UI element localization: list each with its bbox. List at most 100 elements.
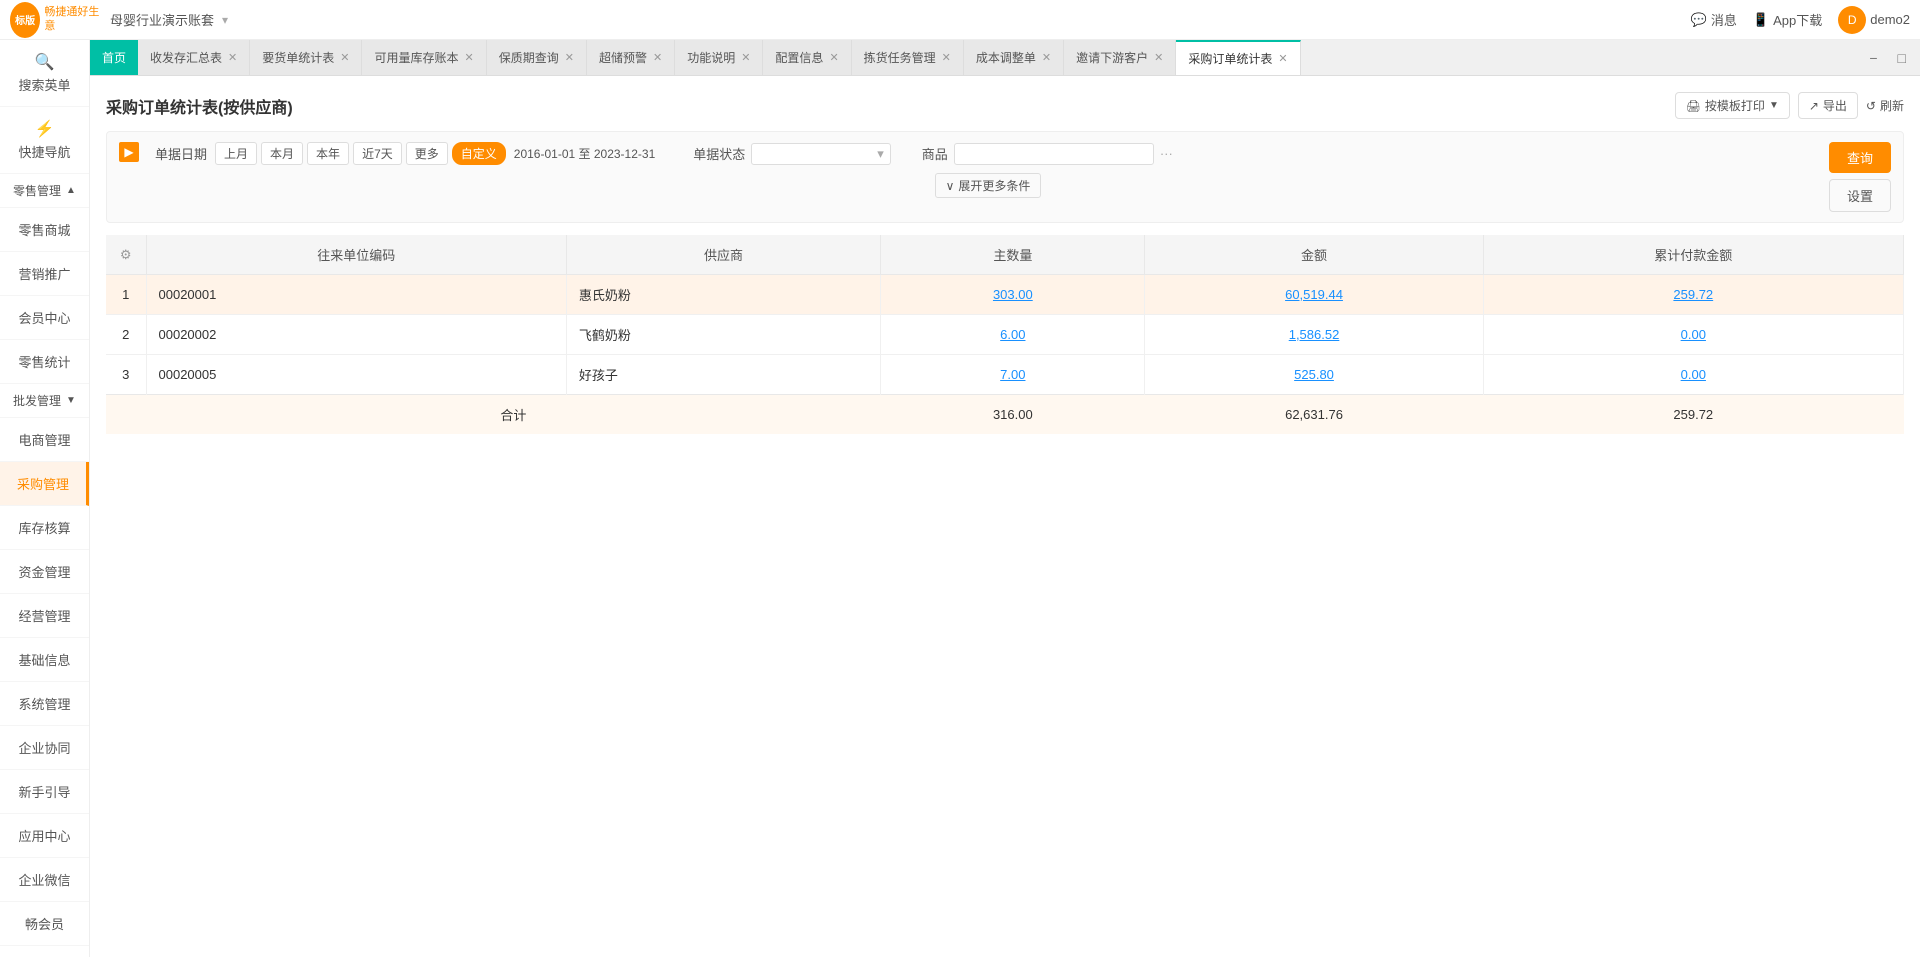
tab-pick-task-close[interactable]: ✕ (942, 51, 951, 64)
tab-function-close[interactable]: ✕ (741, 51, 750, 64)
cell-paid-2[interactable]: 0.00 (1483, 355, 1903, 395)
refresh-icon: ↺ (1866, 99, 1876, 113)
tab-expiry-label: 保质期查询 (499, 49, 559, 66)
table-header-row: ⚙ 往来单位编码 供应商 主数量 金额 累计付款金额 (106, 235, 1904, 275)
export-label: 导出 (1823, 97, 1847, 114)
sidebar-item-marketing[interactable]: 营销推广 (0, 252, 89, 296)
refresh-btn[interactable]: ↺ 刷新 (1866, 92, 1904, 119)
tab-invite-downstream[interactable]: 邀请下游客户 ✕ (1064, 40, 1176, 76)
tab-overstock-label: 超储预警 (599, 49, 647, 66)
sidebar-item-search[interactable]: 🔍 搜索英单 (0, 40, 89, 107)
export-btn[interactable]: ↗ 导出 (1798, 92, 1858, 119)
sidebar-item-retailshop[interactable]: 零售商城 (0, 208, 89, 252)
sidebar-item-retail[interactable]: 零售管理 ▲ (0, 174, 89, 208)
cell-amount-2[interactable]: 525.80 (1145, 355, 1483, 395)
date-end: 2023-12-31 (594, 147, 655, 161)
date-btn-last-month[interactable]: 上月 (215, 142, 257, 165)
sidebar-item-enterprise[interactable]: 企业协同 (0, 726, 89, 770)
tab-config[interactable]: 配置信息 ✕ (763, 40, 851, 76)
tab-receive-send[interactable]: 收发存汇总表 ✕ (138, 40, 250, 76)
tab-cost-adjust-close[interactable]: ✕ (1042, 51, 1051, 64)
sidebar-item-operation[interactable]: 经营管理 (0, 594, 89, 638)
cell-qty-1[interactable]: 6.00 (881, 315, 1145, 355)
tab-expiry[interactable]: 保质期查询 ✕ (487, 40, 587, 76)
table-row: 1 00020001 惠氏奶粉 303.00 60,519.44 259.72 (106, 275, 1904, 315)
template-print-btn[interactable]: 🖨 按模板打印 ▼ (1675, 92, 1790, 119)
sidebar-label-retail: 零售管理 (13, 182, 61, 199)
tab-home[interactable]: 首页 (90, 40, 138, 76)
quicknav-icon: ⚡ (35, 119, 55, 139)
sidebar-item-member[interactable]: 会员中心 (0, 296, 89, 340)
tab-receive-send-close[interactable]: ✕ (228, 51, 237, 64)
cell-supplier-1: 飞鹤奶粉 (566, 315, 880, 355)
tab-usable-stock[interactable]: 可用量库存账本 ✕ (362, 40, 486, 76)
sidebar-item-quicknav[interactable]: ⚡ 快捷导航 (0, 107, 89, 174)
sidebar-item-wholesale[interactable]: 批发管理 ▼ (0, 384, 89, 418)
cell-paid-0[interactable]: 259.72 (1483, 275, 1903, 315)
sidebar-label-wholesale: 批发管理 (13, 392, 61, 409)
cell-code-2: 00020005 (146, 355, 566, 395)
date-btn-last-7days[interactable]: 近7天 (353, 142, 402, 165)
product-more-icon[interactable]: ··· (1160, 146, 1173, 161)
sidebar-label-finance: 资金管理 (18, 562, 70, 581)
tab-order-stats-close[interactable]: ✕ (340, 51, 349, 64)
status-select[interactable] (751, 143, 891, 165)
tab-cost-adjust[interactable]: 成本调整单 ✕ (964, 40, 1064, 76)
date-btn-this-month[interactable]: 本月 (261, 142, 303, 165)
cell-code-0: 00020001 (146, 275, 566, 315)
tab-purchase-stats[interactable]: 采购订单统计表 ✕ (1176, 40, 1300, 76)
cell-amount-1[interactable]: 1,586.52 (1145, 315, 1483, 355)
sidebar-item-retailstats[interactable]: 零售统计 (0, 340, 89, 384)
cell-qty-0[interactable]: 303.00 (881, 275, 1145, 315)
sidebar-item-vip[interactable]: 畅会员 (0, 902, 89, 946)
table-container: ⚙ 往来单位编码 供应商 主数量 金额 累计付款金额 1 00020001 (106, 235, 1904, 434)
cell-amount-0[interactable]: 60,519.44 (1145, 275, 1483, 315)
date-btn-custom[interactable]: 自定义 (452, 142, 506, 165)
sidebar-item-system[interactable]: 系统管理 (0, 682, 89, 726)
filter-toggle-btn[interactable]: ▶ (119, 142, 139, 162)
tab-config-close[interactable]: ✕ (829, 51, 838, 64)
tab-usable-stock-close[interactable]: ✕ (465, 51, 474, 64)
tab-pick-task[interactable]: 拣货任务管理 ✕ (852, 40, 964, 76)
settings-btn[interactable]: 设置 (1829, 179, 1891, 212)
sidebar-label-newguide: 新手引导 (18, 782, 70, 801)
message-icon: 💬 (1691, 12, 1707, 28)
expand-conditions-btn[interactable]: ∨ 展开更多条件 (935, 173, 1042, 198)
date-label: 单据日期 (155, 144, 207, 163)
table-settings-icon[interactable]: ⚙ (120, 247, 132, 262)
query-btn[interactable]: 查询 (1829, 142, 1891, 173)
sidebar-item-newguide[interactable]: 新手引导 (0, 770, 89, 814)
tab-minimize-btn[interactable]: − (1863, 48, 1883, 68)
date-btn-this-year[interactable]: 本年 (307, 142, 349, 165)
tab-purchase-stats-close[interactable]: ✕ (1278, 52, 1287, 65)
tab-maximize-btn[interactable]: □ (1892, 48, 1912, 68)
workspace-selector[interactable]: 母婴行业演示账套 ▾ (100, 10, 1691, 29)
top-bar: 标版 畅捷通好生意 母婴行业演示账套 ▾ 💬 消息 📱 App下载 D demo… (0, 0, 1920, 40)
tab-expiry-close[interactable]: ✕ (565, 51, 574, 64)
cell-qty-2[interactable]: 7.00 (881, 355, 1145, 395)
message-btn[interactable]: 💬 消息 (1691, 10, 1737, 29)
tab-invite-downstream-close[interactable]: ✕ (1154, 51, 1163, 64)
sidebar-item-wechat[interactable]: 企业微信 (0, 858, 89, 902)
sidebar-item-finance[interactable]: 资金管理 (0, 550, 89, 594)
sidebar-item-inventory[interactable]: 库存核算 (0, 506, 89, 550)
sidebar-item-purchase[interactable]: 采购管理 (0, 462, 89, 506)
date-btn-more[interactable]: 更多 (406, 142, 448, 165)
date-range: 2016-01-01 至 2023-12-31 (514, 145, 655, 162)
tab-function[interactable]: 功能说明 ✕ (675, 40, 763, 76)
sidebar-item-basic[interactable]: 基础信息 (0, 638, 89, 682)
sidebar-item-appcenter[interactable]: 应用中心 (0, 814, 89, 858)
tab-order-stats-label: 要货单统计表 (262, 49, 334, 66)
tab-order-stats[interactable]: 要货单统计表 ✕ (250, 40, 362, 76)
tab-overstock-close[interactable]: ✕ (653, 51, 662, 64)
sidebar-label-appcenter: 应用中心 (18, 826, 70, 845)
app-download-btn[interactable]: 📱 App下载 (1753, 10, 1822, 29)
user-avatar: D (1838, 6, 1866, 34)
tab-overstock[interactable]: 超储预警 ✕ (587, 40, 675, 76)
sidebar-item-ecommerce[interactable]: 电商管理 (0, 418, 89, 462)
product-input[interactable] (954, 143, 1154, 165)
col-qty: 主数量 (881, 235, 1145, 275)
cell-paid-1[interactable]: 0.00 (1483, 315, 1903, 355)
user-profile-btn[interactable]: D demo2 (1838, 6, 1910, 34)
tab-purchase-stats-label: 采购订单统计表 (1188, 50, 1272, 67)
